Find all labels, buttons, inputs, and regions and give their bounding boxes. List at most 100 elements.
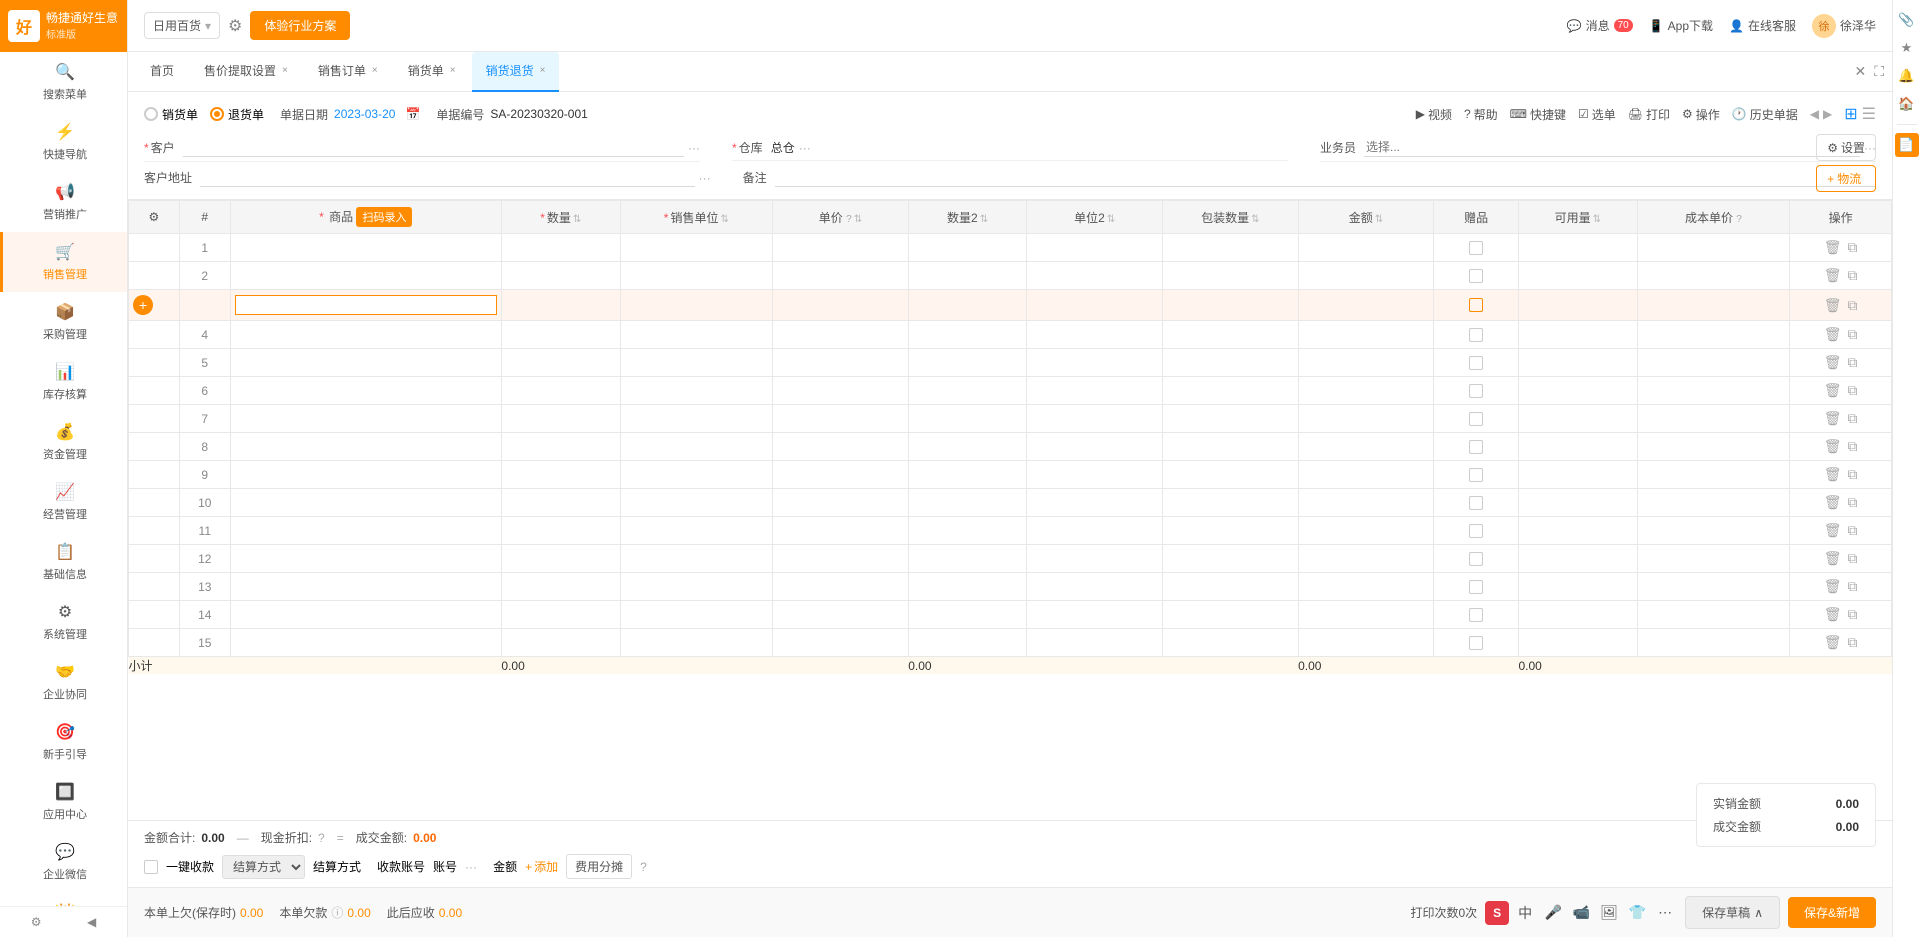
gift-checkbox[interactable] [1469, 580, 1483, 594]
tab-sale-price-close[interactable]: × [282, 65, 288, 76]
gift-checkbox[interactable] [1469, 356, 1483, 370]
gift-checkbox[interactable] [1469, 328, 1483, 342]
mic-icon[interactable]: 🎤 [1541, 901, 1565, 925]
img-icon[interactable]: 🖼 [1597, 901, 1621, 925]
pkg-cell[interactable] [1163, 234, 1299, 262]
delete-icon[interactable]: 🗑 [1824, 550, 1842, 567]
grid-view-icon[interactable]: ⊞ [1844, 104, 1857, 124]
gift-checkbox[interactable] [1469, 384, 1483, 398]
help-btn[interactable]: ? 帮助 [1464, 106, 1498, 123]
message-item[interactable]: 💬 消息 70 [1567, 17, 1633, 34]
customer-more-icon[interactable]: ··· [688, 141, 700, 155]
delete-icon[interactable]: 🗑 [1824, 438, 1842, 455]
copy-icon[interactable]: ⧉ [1847, 267, 1857, 284]
gift-checkbox[interactable] [1469, 269, 1483, 283]
topbar-settings-icon[interactable]: ⚙ [228, 16, 242, 36]
gift-checkbox[interactable] [1469, 636, 1483, 650]
address-more-icon[interactable]: ··· [699, 171, 711, 185]
delete-icon[interactable]: 🗑 [1824, 410, 1842, 427]
history-btn[interactable]: 🕐 历史单据 [1732, 106, 1798, 123]
setup-button[interactable]: ⚙ 设置 [1816, 134, 1876, 161]
video2-icon[interactable]: 📹 [1569, 901, 1593, 925]
delete-icon[interactable]: 🗑 [1824, 466, 1842, 483]
staff-input[interactable] [1364, 138, 1860, 157]
delete-icon[interactable]: 🗑 [1824, 578, 1842, 595]
delete-icon[interactable]: 🗑 [1824, 522, 1842, 539]
copy-icon[interactable]: ⧉ [1847, 466, 1857, 483]
right-panel-item-1[interactable]: 📎 [1895, 8, 1919, 32]
cost-cell[interactable] [1637, 234, 1790, 262]
download-item[interactable]: 📱 App下载 [1649, 17, 1713, 34]
save-draft-button[interactable]: 保存草稿 ∧ [1685, 896, 1780, 929]
unit-cell[interactable] [620, 234, 773, 262]
settlement-select[interactable]: 结算方式 [222, 855, 305, 879]
tab-sale-delivery[interactable]: 销货单 × [394, 52, 470, 92]
price-cell[interactable] [773, 234, 909, 262]
save-new-button[interactable]: 保存&新增 [1788, 897, 1876, 928]
sidebar-item-purchase[interactable]: 📦 采购管理 [0, 292, 127, 352]
user-item[interactable]: 徐 徐泽华 [1812, 14, 1876, 38]
sidebar-item-operations[interactable]: 📈 经营管理 [0, 472, 127, 532]
amount-cell[interactable] [1298, 234, 1434, 262]
price-sort-icon[interactable]: ⇅ [854, 214, 862, 225]
maximize-icon[interactable]: ⛶ [1874, 63, 1884, 80]
next-icon[interactable]: ▶ [1823, 107, 1832, 121]
unit2-cell[interactable] [1027, 234, 1163, 262]
tab-sale-price[interactable]: 售价提取设置 × [190, 52, 302, 92]
qty-cell[interactable] [501, 234, 620, 262]
tab-sale-delivery-close[interactable]: × [450, 65, 456, 76]
right-panel-item-3[interactable]: 🔔 [1895, 64, 1919, 88]
address-input[interactable] [200, 168, 695, 187]
sidebar-item-basic[interactable]: 📋 基础信息 [0, 532, 127, 592]
delete-icon[interactable]: 🗑 [1824, 382, 1842, 399]
tab-sale-return-close[interactable]: × [540, 65, 546, 76]
s-icon[interactable]: S [1485, 901, 1509, 925]
right-panel-item-5[interactable]: 📄 [1895, 133, 1919, 157]
sidebar-settings-icon[interactable]: ⚙ [31, 915, 42, 929]
warehouse-more-icon[interactable]: ··· [799, 141, 811, 155]
gift-checkbox[interactable] [1469, 412, 1483, 426]
delete-icon[interactable]: 🗑 [1824, 239, 1842, 256]
operate-btn[interactable]: ⚙ 操作 [1682, 106, 1720, 123]
radio-sale[interactable]: 销货单 [144, 106, 198, 123]
copy-icon[interactable]: ⧉ [1847, 410, 1857, 427]
tab-sale-order-close[interactable]: × [372, 65, 378, 76]
sidebar-item-search[interactable]: 🔍 搜索菜单 [0, 52, 127, 112]
copy-icon[interactable]: ⧉ [1847, 634, 1857, 651]
experience-button[interactable]: 体验行业方案 [250, 11, 350, 40]
sidebar-collapse-icon[interactable]: ◀ [87, 915, 96, 929]
gift-checkbox[interactable] [1469, 524, 1483, 538]
more-icon[interactable]: ⋯ [1653, 901, 1677, 925]
video-btn[interactable]: ▶ 视频 [1416, 106, 1452, 123]
tab-home[interactable]: 首页 [136, 52, 188, 92]
col-gear[interactable]: ⚙ [129, 201, 180, 234]
copy-icon[interactable]: ⧉ [1847, 606, 1857, 623]
copy-icon[interactable]: ⧉ [1847, 297, 1857, 314]
delete-icon[interactable]: 🗑 [1824, 326, 1842, 343]
prev-icon[interactable]: ◀ [1810, 107, 1819, 121]
account-more-icon[interactable]: ··· [465, 860, 477, 874]
amount-sort-icon[interactable]: ⇅ [1375, 214, 1383, 225]
close-tab-icon[interactable]: ✕ [1854, 63, 1866, 80]
print-btn[interactable]: 🖨 打印 [1628, 106, 1670, 123]
scan-button[interactable]: 扫码录入 [356, 207, 412, 227]
sidebar-item-shortcut[interactable]: ⚡ 快捷导航 [0, 112, 127, 172]
copy-icon[interactable]: ⧉ [1847, 550, 1857, 567]
right-panel-item-2[interactable]: ★ [1895, 36, 1919, 60]
sidebar-item-wechat[interactable]: 💬 企业微信 [0, 832, 127, 892]
sidebar-item-member[interactable]: 👑 畅会员 [0, 892, 127, 906]
category-select[interactable]: 日用百货 ▾ [144, 12, 220, 39]
unit2-sort-icon[interactable]: ⇅ [1107, 214, 1115, 225]
gift-checkbox[interactable] [1469, 440, 1483, 454]
add-fee-button[interactable]: + 添加 [525, 858, 558, 875]
fee-split-button[interactable]: 费用分摊 [566, 854, 632, 879]
gift-checkbox[interactable] [1469, 552, 1483, 566]
copy-icon[interactable]: ⧉ [1847, 326, 1857, 343]
delete-icon[interactable]: 🗑 [1824, 634, 1842, 651]
one-click-checkbox[interactable] [144, 860, 158, 874]
avail-sort-icon[interactable]: ⇅ [1593, 214, 1601, 225]
copy-icon[interactable]: ⧉ [1847, 438, 1857, 455]
logistics-button[interactable]: + 物流 [1816, 165, 1876, 192]
tshirt-icon[interactable]: 👕 [1625, 901, 1649, 925]
list-view-icon[interactable]: ☰ [1862, 104, 1876, 124]
